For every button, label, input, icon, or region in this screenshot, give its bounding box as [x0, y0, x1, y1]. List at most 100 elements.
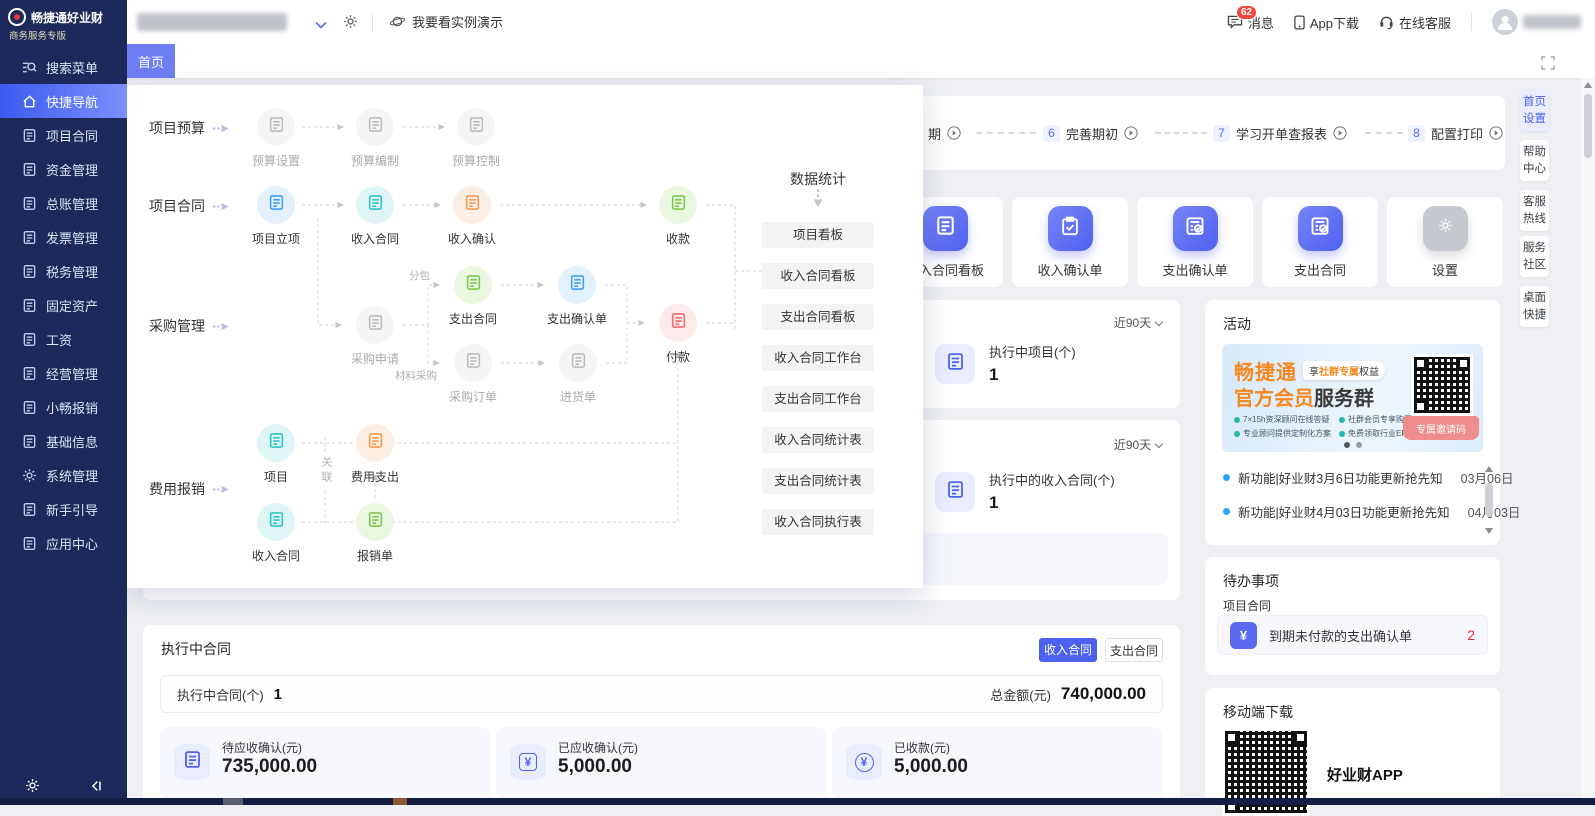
messages-button[interactable]: 消息 62 — [1227, 4, 1274, 32]
sidebar-item-system[interactable]: 系统管理 — [0, 458, 127, 492]
promo-banner[interactable]: 畅捷通 享社群专属权益 官方会员服务群 7×15h资深顾问在线答疑 社群会员专享… — [1222, 344, 1483, 452]
stats-button-expense-stats[interactable]: 支出合同统计表 — [762, 468, 874, 494]
fullscreen-icon[interactable] — [1541, 56, 1555, 70]
guide-icon — [21, 502, 37, 517]
tab-home[interactable]: 首页 — [127, 44, 175, 78]
scroll-up-icon[interactable] — [1485, 466, 1493, 472]
tool-service-community[interactable]: 服务社区 — [1520, 236, 1549, 278]
flow-node-fee-expense[interactable]: 费用支出 — [330, 424, 420, 485]
scroll-up-icon[interactable] — [1584, 82, 1592, 88]
sidebar-item-general-ledger[interactable]: 总账管理 — [0, 186, 127, 220]
shortcut-income-confirm[interactable]: 收入确认单 — [1012, 197, 1128, 287]
flow-node-purchase-request[interactable]: 采购申请 — [330, 306, 420, 367]
sidebar-item-salary[interactable]: 工资 — [0, 322, 127, 356]
flow-node-project[interactable]: 项目 — [231, 424, 321, 485]
flow-node-expense-contract[interactable]: 支出合同 — [428, 266, 518, 327]
document-icon — [569, 274, 586, 296]
sidebar-item-search-menu[interactable]: 搜索菜单 — [0, 50, 127, 84]
flow-node-receipt[interactable]: 收款 — [633, 186, 723, 247]
flow-node-budget-control[interactable]: 预算控制 — [431, 108, 521, 169]
carousel-dots[interactable] — [1343, 442, 1362, 448]
company-select-chevron-icon[interactable] — [315, 16, 327, 34]
flow-node-purchase-order[interactable]: 采购订单 — [428, 344, 518, 405]
range-select[interactable]: 近90天 — [1114, 314, 1164, 331]
company-name-redacted[interactable] — [137, 13, 287, 31]
scroll-down-icon[interactable] — [1485, 528, 1493, 534]
stepper-step-6[interactable]: 6 完善期初 — [1043, 122, 1138, 144]
document-icon — [670, 312, 687, 334]
todo-panel: 待办事项 项目合同 ¥ 到期未付款的支出确认单 2 — [1205, 557, 1500, 675]
stats-button-income-workbench[interactable]: 收入合同工作台 — [762, 345, 874, 371]
sidebar-item-funds[interactable]: 资金管理 — [0, 152, 127, 186]
stepper-step-partial[interactable]: 期 — [928, 122, 961, 144]
play-icon[interactable] — [1489, 126, 1503, 140]
shortcut-settings[interactable]: 设置 — [1387, 197, 1503, 287]
page-scrollbar[interactable] — [1581, 78, 1595, 805]
flow-node-expense-confirm[interactable]: 支出确认单 — [532, 266, 622, 327]
stats-button-project-board[interactable]: 项目看板 — [762, 222, 874, 248]
news-item[interactable]: 新功能|好业财4月03日功能更新抢先知 04月03日 — [1223, 502, 1520, 521]
flow-row-budget: 项目预算 — [149, 118, 231, 138]
app-download-button[interactable]: App下载 — [1294, 13, 1359, 32]
topbar-gear-icon[interactable] — [343, 14, 358, 34]
range-select[interactable]: 近90天 — [1114, 436, 1164, 453]
stepper-step-8[interactable]: 8 配置打印 — [1408, 122, 1503, 144]
play-icon[interactable] — [1124, 126, 1138, 140]
tool-help-center[interactable]: 帮助中心 — [1520, 140, 1549, 182]
flow-node-project-init[interactable]: 项目立项 — [231, 186, 321, 247]
stats-button-income-exec[interactable]: 收入合同执行表 — [762, 509, 874, 535]
online-service-button[interactable]: 在线客服 — [1379, 13, 1451, 32]
stats-button-income-stats[interactable]: 收入合同统计表 — [762, 427, 874, 453]
kpi-value: 1 — [989, 365, 999, 384]
sidebar-item-basic-info[interactable]: 基础信息 — [0, 424, 127, 458]
stats-button-expense-workbench[interactable]: 支出合同工作台 — [762, 386, 874, 412]
document-icon — [367, 194, 384, 216]
collapse-sidebar-icon[interactable] — [89, 779, 103, 793]
flow-arrow-icon — [212, 481, 231, 497]
invoice-icon — [21, 230, 37, 245]
sidebar-item-quick-nav[interactable]: 快捷导航 — [0, 84, 127, 118]
sidebar-item-xiaochang-expense[interactable]: 小畅报销 — [0, 390, 127, 424]
sidebar-item-operations[interactable]: 经营管理 — [0, 356, 127, 390]
stepper-step-7[interactable]: 7 学习开单查报表 — [1213, 122, 1347, 144]
sidebar-item-app-center[interactable]: 应用中心 — [0, 526, 127, 560]
expense-contract-toggle[interactable]: 支出合同 — [1105, 638, 1163, 662]
flow-node-budget-compile[interactable]: 预算编制 — [330, 108, 420, 169]
tool-home-settings[interactable]: 首页设置 — [1520, 90, 1549, 132]
scroll-thumb[interactable] — [1485, 483, 1493, 517]
sidebar-item-project-contract[interactable]: 项目合同 — [0, 118, 127, 152]
sidebar-item-fixed-assets[interactable]: 固定资产 — [0, 288, 127, 322]
flow-node-income-contract-2[interactable]: 收入合同 — [231, 503, 321, 564]
scroll-thumb[interactable] — [1584, 94, 1592, 158]
flow-node-payment[interactable]: 付款 — [633, 304, 723, 365]
flow-node-budget-setup[interactable]: 预算设置 — [231, 108, 321, 169]
sidebar-item-beginner-guide[interactable]: 新手引导 — [0, 492, 127, 526]
flow-node-income-contract[interactable]: 收入合同 — [330, 186, 420, 247]
user-account[interactable] — [1492, 9, 1581, 35]
mobile-download-panel: 移动端下载 好业财APP — [1205, 688, 1500, 816]
demo-link[interactable]: 我要看实例演示 — [389, 12, 503, 31]
stats-button-income-board[interactable]: 收入合同看板 — [762, 263, 874, 289]
tool-desktop-shortcut[interactable]: 桌面快捷 — [1520, 286, 1549, 328]
flow-node-reimburse-form[interactable]: 报销单 — [330, 503, 420, 564]
flow-node-income-confirm[interactable]: 收入确认 — [427, 186, 517, 247]
topbar-right: 消息 62 App下载 在线客服 — [1227, 0, 1581, 44]
shortcut-expense-contract[interactable]: 支出合同 — [1262, 197, 1378, 287]
stat-card-confirmed-receivable: ¥ 已应收确认(元) 5,000.00 — [496, 727, 826, 799]
flow-node-goods-receipt[interactable]: 进货单 — [533, 344, 623, 405]
activity-scrollbar[interactable] — [1483, 466, 1495, 534]
sidebar-item-tax[interactable]: 税务管理 — [0, 254, 127, 288]
play-icon[interactable] — [947, 126, 961, 140]
chevron-down-icon — [1155, 440, 1164, 449]
income-contract-toggle[interactable]: 收入合同 — [1039, 638, 1097, 662]
sidebar-item-invoice[interactable]: 发票管理 — [0, 220, 127, 254]
tool-service-hotline[interactable]: 客服热线 — [1520, 190, 1549, 232]
panel-title: 活动 — [1223, 316, 1251, 332]
board-icon — [935, 215, 956, 241]
news-item[interactable]: 新功能|好业财3月6日功能更新抢先知 03月06日 — [1223, 468, 1513, 487]
shortcut-expense-confirm[interactable]: 支出确认单 — [1137, 197, 1253, 287]
stats-button-expense-board[interactable]: 支出合同看板 — [762, 304, 874, 330]
play-icon[interactable] — [1333, 126, 1347, 140]
settings-gear-icon[interactable] — [25, 778, 40, 793]
todo-item[interactable]: ¥ 到期未付款的支出确认单 2 — [1217, 615, 1488, 655]
